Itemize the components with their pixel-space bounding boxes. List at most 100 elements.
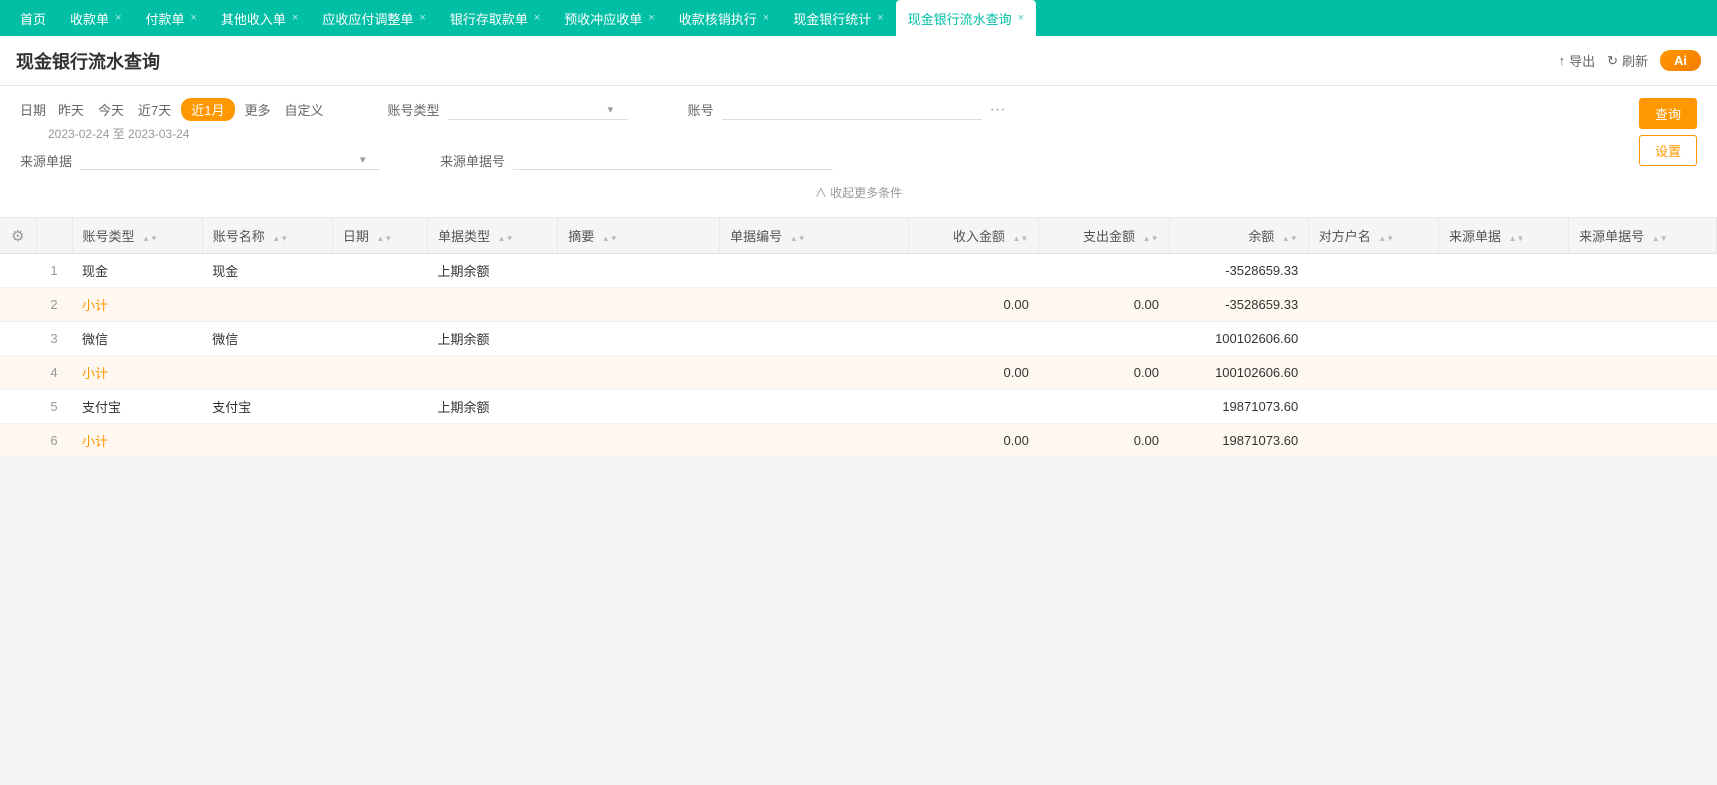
table-row[interactable]: 1现金现金上期余额-3528659.33 [0, 254, 1717, 288]
nav-verify-close[interactable]: × [763, 12, 769, 24]
data-table: ⚙ 账号类型 ▲▼ 账号名称 ▲▼ 日期 ▲▼ 单据类型 ▲▼ [0, 218, 1717, 458]
nav-item-verify[interactable]: 收款核销执行 × [667, 0, 781, 36]
nav-item-stats[interactable]: 现金银行统计 × [781, 0, 895, 36]
nav-item-receipt[interactable]: 收款单 × [58, 0, 133, 36]
refresh-button[interactable]: ↻ 刷新 [1607, 51, 1648, 70]
row-source-doc-no [1569, 424, 1717, 458]
nav-receipt-label: 收款单 [70, 9, 109, 28]
date-btn-custom[interactable]: 自定义 [281, 98, 328, 121]
col-summary[interactable]: 摘要 ▲▼ [558, 218, 720, 254]
source-doc-select[interactable] [80, 150, 360, 169]
gear-icon[interactable]: ⚙ [11, 228, 24, 245]
table-row[interactable]: 5支付宝支付宝上期余额19871073.60 [0, 390, 1717, 424]
row-source-doc-no [1569, 288, 1717, 322]
col-source-doc-no[interactable]: 来源单据号 ▲▼ [1569, 218, 1717, 254]
account-type-select[interactable]: 现金 微信 支付宝 [448, 100, 608, 119]
row-seq: 5 [36, 390, 72, 424]
row-account-type: 小计 [72, 424, 202, 458]
collapse-label: 收起更多条件 [830, 186, 902, 200]
nav-bank-deposit-close[interactable]: × [534, 12, 540, 24]
nav-item-flow-query[interactable]: 现金银行流水查询 × [896, 0, 1036, 36]
row-counterpart [1308, 390, 1438, 424]
table-row[interactable]: 6小计0.000.0019871073.60 [0, 424, 1717, 458]
sort-doc-type-icon: ▲▼ [498, 235, 514, 243]
ai-label: Ai [1674, 53, 1687, 68]
table-body: 1现金现金上期余额-3528659.332小计0.000.00-3528659.… [0, 254, 1717, 458]
row-account-type: 微信 [72, 322, 202, 356]
col-account-type[interactable]: 账号类型 ▲▼ [72, 218, 202, 254]
table-row[interactable]: 2小计0.000.00-3528659.33 [0, 288, 1717, 322]
nav-adjustment-close[interactable]: × [419, 12, 425, 24]
query-button[interactable]: 查询 [1639, 98, 1697, 129]
filter-row-2: 来源单据 ▾ 来源单据号 [20, 150, 1639, 170]
row-account-name: 现金 [202, 254, 332, 288]
row-source-doc [1438, 390, 1568, 424]
account-input[interactable] [722, 100, 982, 120]
date-btn-7days[interactable]: 近7天 [134, 98, 175, 121]
header-bar: 现金银行流水查询 ↑ 导出 ↻ 刷新 Ai [0, 36, 1717, 86]
col-income[interactable]: 收入金额 ▲▼ [909, 218, 1039, 254]
col-balance[interactable]: 余额 ▲▼ [1169, 218, 1308, 254]
row-source-doc-no [1569, 322, 1717, 356]
nav-item-home[interactable]: 首页 [8, 0, 58, 36]
col-counterpart-label: 对方户名 [1319, 229, 1371, 244]
sort-date-icon: ▲▼ [377, 235, 393, 243]
row-seq: 2 [36, 288, 72, 322]
table-header: ⚙ 账号类型 ▲▼ 账号名称 ▲▼ 日期 ▲▼ 单据类型 ▲▼ [0, 218, 1717, 254]
settings-button[interactable]: 设置 [1639, 135, 1697, 166]
row-source-doc [1438, 424, 1568, 458]
source-doc-chevron-icon: ▾ [360, 153, 366, 166]
row-income [909, 322, 1039, 356]
col-source-doc[interactable]: 来源单据 ▲▼ [1438, 218, 1568, 254]
nav-item-prepay[interactable]: 预收冲应收单 × [552, 0, 666, 36]
row-checkbox [0, 288, 36, 322]
nav-stats-close[interactable]: × [877, 12, 883, 24]
nav-payment-close[interactable]: × [190, 12, 196, 24]
col-account-type-label: 账号类型 [83, 229, 135, 244]
nav-flow-query-close[interactable]: × [1018, 12, 1024, 24]
nav-adjustment-label: 应收应付调整单 [322, 9, 413, 28]
nav-receipt-close[interactable]: × [115, 12, 121, 24]
col-account-name[interactable]: 账号名称 ▲▼ [202, 218, 332, 254]
row-account-name: 支付宝 [202, 390, 332, 424]
date-btn-today[interactable]: 今天 [94, 98, 128, 121]
nav-item-payment[interactable]: 付款单 × [133, 0, 208, 36]
export-button[interactable]: ↑ 导出 [1559, 51, 1596, 70]
source-doc-select-wrapper: ▾ [80, 150, 380, 170]
nav-other-income-close[interactable]: × [292, 12, 298, 24]
nav-flow-query-label: 现金银行流水查询 [908, 9, 1012, 28]
source-doc-no-input[interactable] [513, 150, 833, 170]
row-doc-type [428, 356, 558, 390]
col-expense[interactable]: 支出金额 ▲▼ [1039, 218, 1169, 254]
nav-item-adjustment[interactable]: 应收应付调整单 × [310, 0, 437, 36]
nav-item-other-income[interactable]: 其他收入单 × [209, 0, 310, 36]
collapse-bar[interactable]: ∧ 收起更多条件 [20, 180, 1697, 205]
row-doc-no [720, 390, 909, 424]
table-row[interactable]: 4小计0.000.00100102606.60 [0, 356, 1717, 390]
date-btn-1month[interactable]: 近1月 [181, 98, 234, 121]
col-date[interactable]: 日期 ▲▼ [332, 218, 427, 254]
nav-item-bank-deposit[interactable]: 银行存取款单 × [438, 0, 552, 36]
row-checkbox [0, 322, 36, 356]
table-row[interactable]: 3微信微信上期余额100102606.60 [0, 322, 1717, 356]
date-btn-yesterday[interactable]: 昨天 [54, 98, 88, 121]
col-doc-no[interactable]: 单据编号 ▲▼ [720, 218, 909, 254]
row-date [332, 322, 427, 356]
refresh-icon: ↻ [1607, 53, 1618, 69]
source-doc-no-filter: 来源单据号 [440, 150, 833, 170]
export-icon: ↑ [1559, 53, 1566, 68]
source-doc-filter: 来源单据 ▾ [20, 150, 380, 170]
row-balance: -3528659.33 [1169, 288, 1308, 322]
ai-badge[interactable]: Ai [1660, 50, 1701, 71]
col-doc-type[interactable]: 单据类型 ▲▼ [428, 218, 558, 254]
filter-area: 日期 昨天 今天 近7天 近1月 更多 自定义 账号类型 [0, 86, 1717, 218]
row-balance: 100102606.60 [1169, 322, 1308, 356]
account-more-icon[interactable]: ··· [990, 101, 1006, 119]
date-btn-more[interactable]: 更多 [241, 98, 275, 121]
col-counterpart[interactable]: 对方户名 ▲▼ [1308, 218, 1438, 254]
nav-prepay-close[interactable]: × [648, 12, 654, 24]
row-summary [558, 322, 720, 356]
row-counterpart [1308, 288, 1438, 322]
row-expense: 0.00 [1039, 288, 1169, 322]
row-doc-no [720, 254, 909, 288]
